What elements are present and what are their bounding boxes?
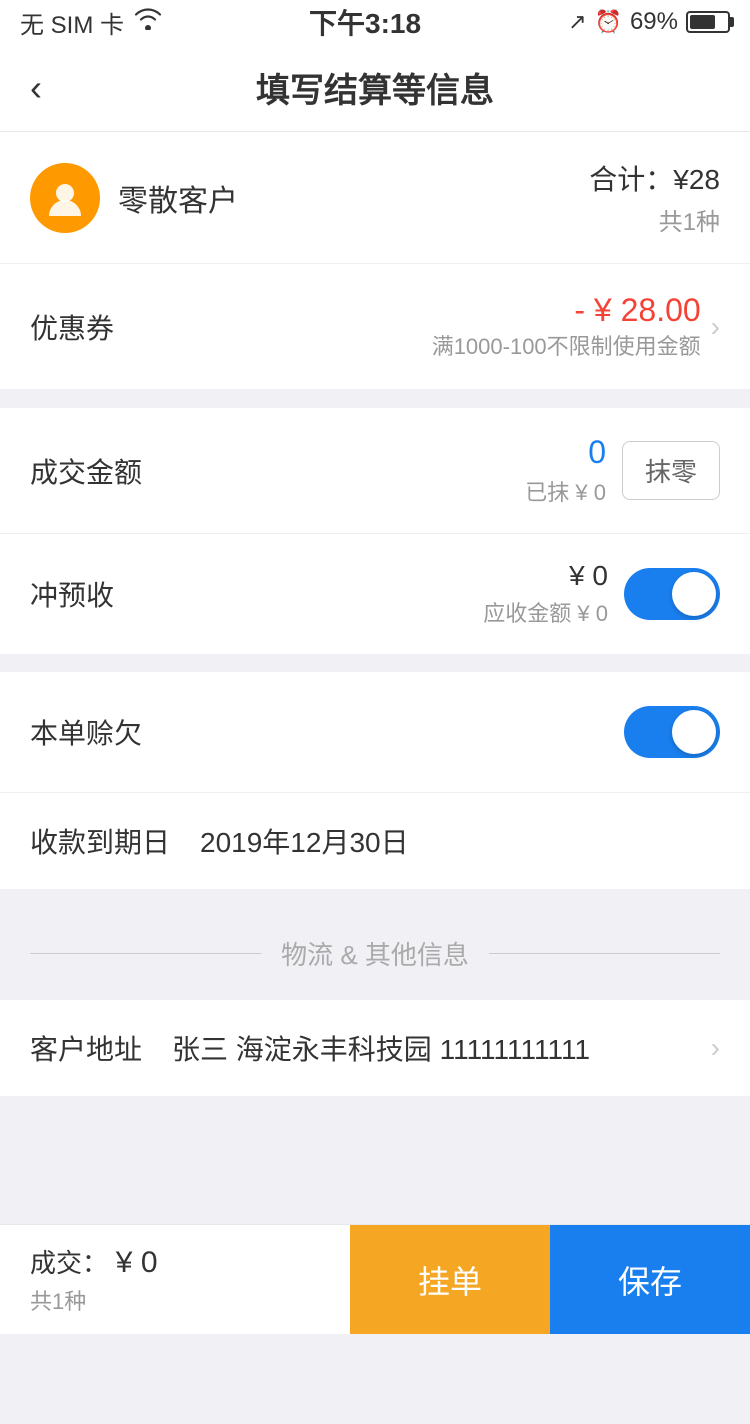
prepayment-sub: 应收金额 ¥ 0 [483,596,608,628]
debt-row: 本单赊欠 [0,672,750,792]
debt-toggle-wrap [624,706,720,758]
bottom-deal-amount: ¥ 0 [116,1246,158,1279]
customer-left: 零散客户 [30,163,238,233]
status-bar-time: 下午3:18 [309,2,421,42]
deal-amount-value[interactable]: 0 [525,434,606,471]
prepayment-right: ¥ 0 应收金额 ¥ 0 [483,560,720,628]
battery-percent: 69% [630,8,678,36]
prepayment-amount: ¥ 0 [483,560,608,592]
location-icon: ↗ [568,9,586,35]
chevron-right-icon: › [711,1032,720,1064]
deal-amount-label: 成交金额 [30,451,142,491]
customer-total-area: 合计：¥28 共1种 [589,158,720,237]
address-value: 张三 海淀永丰科技园 11111111111 [172,1028,701,1068]
bottom-bar: 成交： ¥ 0 共1种 挂单 保存 [0,1224,750,1334]
debt-section: 本单赊欠 收款到期日 2019年12月30日 [0,672,750,889]
due-date-row: 收款到期日 2019年12月30日 [0,792,750,889]
status-bar-left: 无 SIM 卡 [20,5,162,40]
customer-name: 零散客户 [118,176,238,220]
customer-row: 零散客户 合计：¥28 共1种 [0,132,750,263]
customer-section: 零散客户 合计：¥28 共1种 优惠券 - ¥ 28.00 满1000-100不… [0,132,750,389]
bottom-summary: 成交： ¥ 0 共1种 [0,1225,350,1334]
prepayment-toggle[interactable] [624,568,720,620]
bottom-deal-line: 成交： ¥ 0 [30,1243,320,1280]
customer-total: 合计：¥28 [589,158,720,198]
alarm-icon: ⏰ [595,9,622,35]
deal-amount-col: 0 已抹 ¥ 0 [525,434,606,507]
coupon-label: 优惠券 [30,307,114,347]
customer-count: 共1种 [589,202,720,237]
avatar [30,163,100,233]
bottom-deal-count: 共1种 [30,1284,320,1316]
status-bar: 无 SIM 卡 下午3:18 ↗ ⏰ 69% [0,0,750,44]
prepayment-label: 冲预收 [30,574,114,614]
nav-bar: ‹ 填写结算等信息 [0,44,750,132]
page-title: 填写结算等信息 [256,63,494,112]
amount-section: 成交金额 0 已抹 ¥ 0 抹零 冲预收 ¥ 0 应收金额 ¥ 0 [0,407,750,654]
due-date-label: 收款到期日 [30,821,170,861]
pending-button[interactable]: 挂单 [350,1225,550,1334]
coupon-amount: - ¥ 28.00 [432,292,701,329]
chevron-right-icon: › [711,311,720,343]
deal-amount-sub: 已抹 ¥ 0 [525,475,606,507]
address-label: 客户地址 [30,1028,142,1068]
address-section: 客户地址 张三 海淀永丰科技园 11111111111 › [0,1000,750,1096]
smash-zero-button[interactable]: 抹零 [622,441,720,500]
debt-label: 本单赊欠 [30,712,142,752]
debt-toggle-knob [672,710,716,754]
logistics-label: 物流 & 其他信息 [281,935,469,972]
coupon-row[interactable]: 优惠券 - ¥ 28.00 满1000-100不限制使用金额 › [0,263,750,389]
logistics-divider: 物流 & 其他信息 [0,907,750,1000]
back-button[interactable]: ‹ [30,67,42,109]
bottom-deal-label: 成交： [30,1248,108,1278]
battery-fill [690,15,715,29]
no-sim-text: 无 SIM 卡 [20,5,124,40]
coupon-right: - ¥ 28.00 满1000-100不限制使用金额 [432,292,701,361]
wifi-icon [134,8,162,37]
prepayment-col: ¥ 0 应收金额 ¥ 0 [483,560,608,628]
toggle-knob [672,572,716,616]
save-button[interactable]: 保存 [550,1225,750,1334]
deal-amount-row: 成交金额 0 已抹 ¥ 0 抹零 [0,407,750,533]
battery-icon [686,11,730,33]
due-date-value: 2019年12月30日 [200,821,409,861]
status-bar-right: ↗ ⏰ 69% [568,8,730,36]
prepayment-toggle-wrap [624,568,720,620]
coupon-desc: 满1000-100不限制使用金额 [432,329,701,361]
debt-toggle[interactable] [624,706,720,758]
address-row[interactable]: 客户地址 张三 海淀永丰科技园 11111111111 › [0,1000,750,1096]
prepayment-row: 冲预收 ¥ 0 应收金额 ¥ 0 [0,533,750,654]
deal-amount-right: 0 已抹 ¥ 0 抹零 [525,434,720,507]
